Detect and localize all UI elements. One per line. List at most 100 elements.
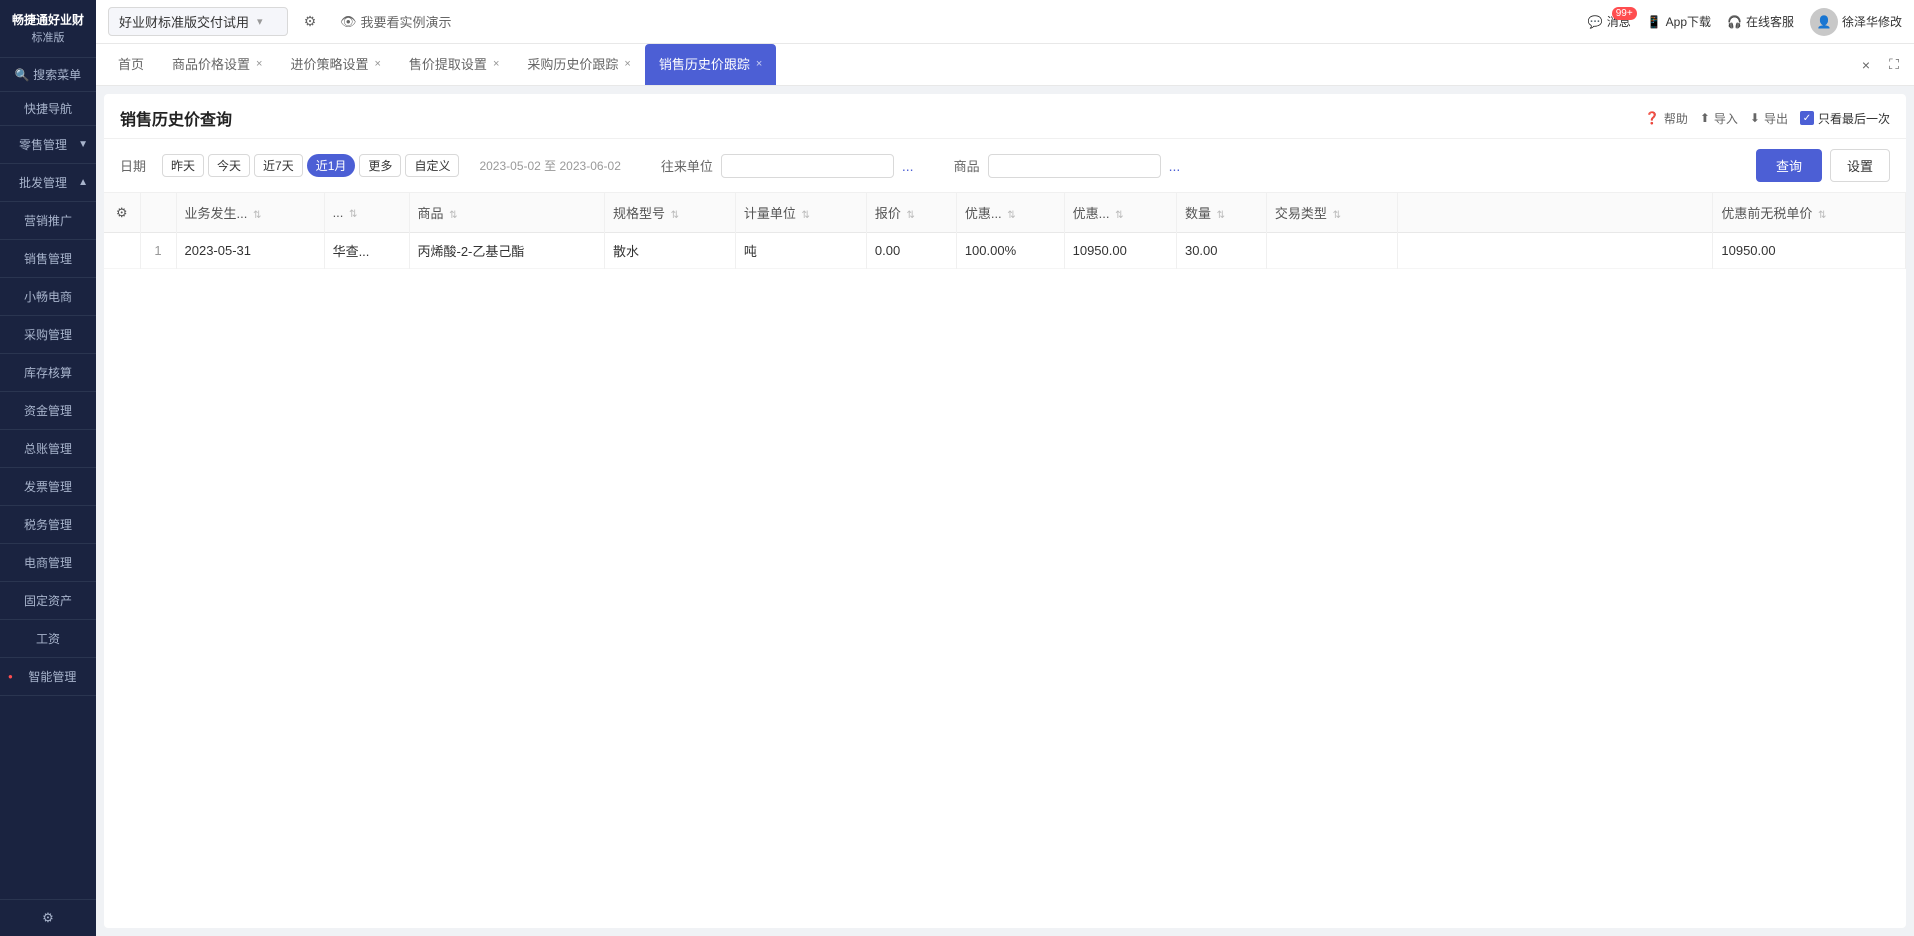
user-menu[interactable]: 👤 徐泽华修改 — [1810, 8, 1902, 36]
th-product[interactable]: 商品 ⇅ — [409, 193, 604, 233]
sidebar-item-smart-label: 智能管理 — [17, 668, 88, 685]
tab-product-price[interactable]: 商品价格设置 × — [158, 44, 276, 85]
sidebar-item-marketing[interactable]: 营销推广 — [0, 202, 96, 240]
sidebar-item-wholesale[interactable]: 批发管理 ▲ — [0, 164, 96, 202]
source-unit-label: 往来单位 — [661, 156, 713, 175]
sort-icon: ⇅ — [1217, 210, 1225, 221]
sidebar-item-ecommerce-light[interactable]: 小畅电商 — [0, 278, 96, 316]
settings-button[interactable]: 设置 — [1830, 149, 1890, 182]
date-btn-yesterday[interactable]: 昨天 — [162, 154, 204, 177]
td-product: 丙烯酸-2-乙基己酯 — [409, 233, 604, 269]
avatar: 👤 — [1810, 8, 1838, 36]
tab-sale-extract-label: 售价提取设置 — [409, 54, 487, 73]
th-unit[interactable]: 计量单位 ⇅ — [735, 193, 866, 233]
date-btn-1month[interactable]: 近1月 — [307, 154, 356, 177]
tabbar: 首页 商品价格设置 × 进价策略设置 × 售价提取设置 × 采购历史价跟踪 × … — [96, 44, 1914, 86]
sidebar-settings-button[interactable]: ⚙ — [0, 899, 96, 936]
sort-icon: ⇅ — [1115, 210, 1123, 221]
tabbar-actions: × ⛶ — [1854, 53, 1906, 77]
sidebar-item-retail[interactable]: 零售管理 ▼ — [0, 126, 96, 164]
product-input[interactable] — [988, 154, 1161, 178]
sidebar-search[interactable]: 🔍 搜索菜单 — [0, 58, 96, 92]
edition-selector-label: 好业财标准版交付试用 — [119, 12, 249, 31]
sidebar-item-ecommerce[interactable]: 电商管理 — [0, 544, 96, 582]
product-dots-button[interactable]: ... — [1169, 158, 1181, 174]
th-quantity[interactable]: 数量 ⇅ — [1176, 193, 1266, 233]
date-btn-more[interactable]: 更多 — [359, 154, 401, 177]
th-pretax-price[interactable]: 优惠前无税单价 ⇅ — [1713, 193, 1906, 233]
sidebar-quicknav[interactable]: 快捷导航 — [0, 92, 96, 126]
th-price[interactable]: 报价 ⇅ — [866, 193, 956, 233]
td-extra: 华查... — [324, 233, 409, 269]
sort-icon: ⇅ — [253, 210, 261, 221]
close-icon[interactable]: × — [493, 58, 499, 70]
table-header-row: ⚙ 业务发生... ⇅ ... ⇅ 商品 ⇅ — [104, 193, 1906, 233]
th-business-date[interactable]: 业务发生... ⇅ — [176, 193, 324, 233]
sidebar-item-sales[interactable]: 销售管理 — [0, 240, 96, 278]
query-button[interactable]: 查询 — [1756, 149, 1822, 182]
date-buttons: 昨天 今天 近7天 近1月 更多 自定义 — [162, 154, 459, 177]
tab-sale-extract[interactable]: 售价提取设置 × — [395, 44, 513, 85]
tab-product-price-label: 商品价格设置 — [172, 54, 250, 73]
th-discount1-label: 优惠... — [965, 206, 1002, 221]
td-unit: 吨 — [735, 233, 866, 269]
th-spec[interactable]: 规格型号 ⇅ — [604, 193, 735, 233]
tab-close-button[interactable]: × — [1854, 53, 1878, 77]
source-unit-input[interactable] — [721, 154, 894, 178]
close-icon[interactable]: × — [756, 58, 762, 70]
only-last-checkbox[interactable]: ✓ 只看最后一次 — [1800, 110, 1890, 127]
th-discount2[interactable]: 优惠... ⇅ — [1064, 193, 1176, 233]
topbar-gear-button[interactable]: ⚙ — [296, 8, 324, 36]
th-transaction-type[interactable]: 交易类型 ⇅ — [1266, 193, 1397, 233]
demo-button[interactable]: 我要看实例演示 — [340, 12, 452, 31]
date-btn-7days[interactable]: 近7天 — [254, 154, 303, 177]
sidebar-item-purchase[interactable]: 采购管理 — [0, 316, 96, 354]
sidebar-item-marketing-label: 营销推广 — [8, 212, 88, 229]
chevron-up-icon: ▲ — [78, 177, 88, 188]
sidebar-item-tax[interactable]: 税务管理 — [0, 506, 96, 544]
tab-purchase-history[interactable]: 采购历史价跟踪 × — [513, 44, 644, 85]
topbar-right: 💬 消息 99+ 📱 App下载 🎧 在线客服 👤 徐泽华修改 — [1588, 8, 1902, 36]
close-icon[interactable]: × — [256, 58, 262, 70]
edition-selector[interactable]: 好业财标准版交付试用 ▾ — [108, 7, 288, 36]
sidebar-item-finance[interactable]: 资金管理 — [0, 392, 96, 430]
tab-purchase-strategy[interactable]: 进价策略设置 × — [276, 44, 394, 85]
app-download-button[interactable]: 📱 App下载 — [1647, 13, 1711, 30]
sidebar-item-invoice-label: 发票管理 — [8, 478, 88, 495]
app-edition: 标准版 — [8, 29, 88, 45]
sidebar-item-inventory[interactable]: 库存核算 — [0, 354, 96, 392]
import-button[interactable]: ⬆ 导入 — [1700, 110, 1738, 127]
td-discount2: 10950.00 — [1064, 233, 1176, 269]
close-icon[interactable]: × — [624, 58, 630, 70]
tab-sale-history[interactable]: 销售历史价跟踪 × — [645, 44, 776, 85]
tab-purchase-history-label: 采购历史价跟踪 — [527, 54, 618, 73]
th-spec-label: 规格型号 — [613, 206, 665, 221]
date-btn-custom[interactable]: 自定义 — [405, 154, 459, 177]
sort-icon: ⇅ — [449, 210, 457, 221]
sidebar-item-smart[interactable]: 智能管理 — [0, 658, 96, 696]
help-button[interactable]: ❓ 帮助 — [1645, 110, 1688, 127]
filter-row: 日期 昨天 今天 近7天 近1月 更多 自定义 2023-05-02 至 202… — [120, 149, 1890, 182]
messages-button[interactable]: 💬 消息 99+ — [1588, 13, 1631, 30]
tab-home[interactable]: 首页 — [104, 44, 158, 85]
source-unit-dots-button[interactable]: ... — [902, 158, 914, 174]
sidebar-item-payroll[interactable]: 工资 — [0, 620, 96, 658]
sidebar-item-invoice[interactable]: 发票管理 — [0, 468, 96, 506]
product-field: 商品 ... — [954, 154, 1181, 178]
td-pretax-price: 10950.00 — [1713, 233, 1906, 269]
th-extra[interactable]: ... ⇅ — [324, 193, 409, 233]
close-icon[interactable]: × — [374, 58, 380, 70]
sidebar-item-fixed-assets[interactable]: 固定资产 — [0, 582, 96, 620]
sidebar-item-payroll-label: 工资 — [8, 630, 88, 647]
export-button[interactable]: ⬇ 导出 — [1750, 110, 1788, 127]
th-product-label: 商品 — [418, 206, 444, 221]
date-btn-today[interactable]: 今天 — [208, 154, 250, 177]
th-price-label: 报价 — [875, 206, 901, 221]
sort-icon: ⇅ — [802, 210, 810, 221]
th-settings[interactable]: ⚙ — [104, 193, 140, 233]
th-discount1[interactable]: 优惠... ⇅ — [956, 193, 1064, 233]
online-service-button[interactable]: 🎧 在线客服 — [1727, 13, 1794, 30]
tab-maximize-button[interactable]: ⛶ — [1882, 53, 1906, 77]
sidebar-quicknav-label: 快捷导航 — [24, 102, 72, 116]
sidebar-item-general-ledger[interactable]: 总账管理 — [0, 430, 96, 468]
